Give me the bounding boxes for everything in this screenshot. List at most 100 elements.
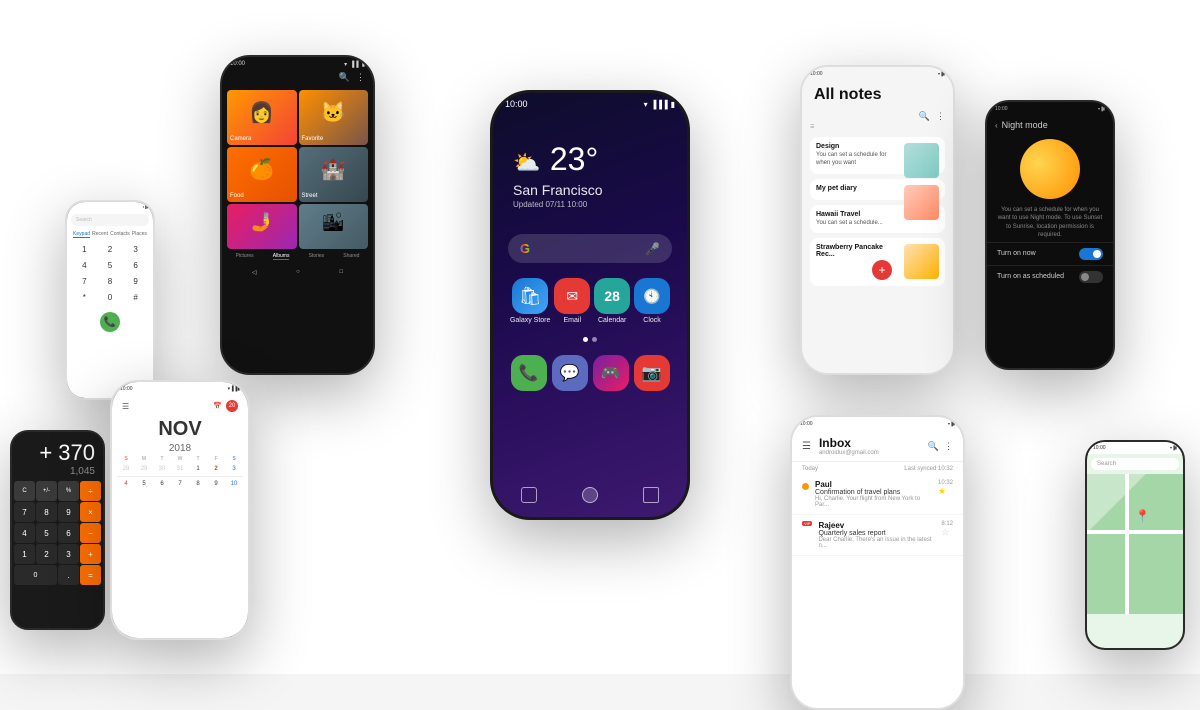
note-design[interactable]: Design You can set a schedule for when y…: [810, 137, 945, 174]
cal-day-30[interactable]: 30: [153, 464, 171, 474]
dial-key-5[interactable]: 5: [98, 258, 123, 273]
calc-btn-0[interactable]: 0: [14, 565, 57, 585]
gallery-nav-back[interactable]: ◁: [252, 269, 257, 276]
dial-key-hash[interactable]: #: [123, 290, 148, 305]
dial-tab-recent[interactable]: Recent: [92, 231, 108, 238]
app-camera[interactable]: 📷: [634, 355, 670, 391]
dial-tab-contacts[interactable]: Contacts: [110, 231, 130, 238]
calc-btn-9[interactable]: 9: [58, 502, 79, 522]
note-pancake[interactable]: Strawberry Pancake Rec... +: [810, 238, 945, 286]
dial-key-8[interactable]: 8: [98, 274, 123, 289]
note-add-button[interactable]: +: [872, 260, 892, 280]
calc-btn-1[interactable]: 1: [14, 544, 35, 564]
cal-day-7[interactable]: 7: [171, 479, 189, 489]
calc-btn-mult[interactable]: ×: [80, 502, 101, 522]
tab-shared[interactable]: Shared: [343, 253, 359, 260]
dial-tab-keypad[interactable]: Keypad: [73, 231, 90, 238]
tab-stories[interactable]: Stories: [309, 253, 325, 260]
cal-day-2[interactable]: 2: [207, 464, 225, 474]
gmail-menu-icon[interactable]: ☰: [802, 441, 811, 452]
gmail-more-icon[interactable]: ⋮: [944, 441, 953, 452]
calc-btn-sign[interactable]: +/-: [36, 481, 57, 501]
cal-day-4[interactable]: 4: [117, 479, 135, 489]
calc-btn-5[interactable]: 5: [36, 523, 57, 543]
dial-key-6[interactable]: 6: [123, 258, 148, 273]
maps-search[interactable]: Search: [1091, 458, 1179, 470]
calc-btn-6[interactable]: 6: [58, 523, 79, 543]
cal-day-31[interactable]: 31: [171, 464, 189, 474]
back-button[interactable]: [521, 487, 537, 503]
app-galaxy-store[interactable]: 🛍 Galaxy Store: [510, 278, 550, 324]
page-dots: [493, 337, 687, 342]
calc-btn-plus[interactable]: +: [80, 544, 101, 564]
cal-day-28[interactable]: 28: [117, 464, 135, 474]
gmail-meta-paul: 10:32 ★: [938, 480, 953, 497]
recents-button[interactable]: [643, 487, 659, 503]
cal-day-9[interactable]: 9: [207, 479, 225, 489]
cal-day-10[interactable]: 10: [225, 479, 243, 489]
call-button[interactable]: 📞: [100, 312, 120, 332]
dial-tab-places[interactable]: Places: [132, 231, 147, 238]
cal-day-29[interactable]: 29: [135, 464, 153, 474]
calc-btn-dot[interactable]: .: [58, 565, 79, 585]
app-email[interactable]: ✉ Email: [554, 278, 590, 324]
calc-btn-3[interactable]: 3: [58, 544, 79, 564]
tab-pictures[interactable]: Pictures: [236, 253, 254, 260]
dial-key-4[interactable]: 4: [72, 258, 97, 273]
calc-btn-percent[interactable]: %: [58, 481, 79, 501]
dial-key-star[interactable]: *: [72, 290, 97, 305]
app-calendar[interactable]: 28 Calendar: [594, 278, 630, 324]
cal-day-8[interactable]: 8: [189, 479, 207, 489]
home-button[interactable]: [582, 487, 598, 503]
night-back-icon[interactable]: ‹: [995, 121, 998, 130]
night-toggle-scheduled: Turn on as scheduled: [987, 265, 1113, 288]
notes-search-icon[interactable]: 🔍: [919, 111, 930, 122]
gallery-menu-icon[interactable]: ⋮: [356, 72, 365, 83]
calc-btn-minus[interactable]: −: [80, 523, 101, 543]
night-toggle-now-switch[interactable]: [1079, 248, 1103, 260]
dial-search[interactable]: Search: [71, 214, 149, 226]
cal-menu-icon[interactable]: ☰: [122, 402, 129, 411]
cal-day-5[interactable]: 5: [135, 479, 153, 489]
galaxy-store-icon: 🛍: [512, 278, 548, 314]
gallery-nav-home[interactable]: ○: [296, 269, 300, 276]
calc-btn-2[interactable]: 2: [36, 544, 57, 564]
calc-btn-8[interactable]: 8: [36, 502, 57, 522]
note-diary[interactable]: My pet diary: [810, 179, 945, 200]
calc-btn-clear[interactable]: C: [14, 481, 35, 501]
gallery-nav-recent[interactable]: □: [340, 269, 344, 276]
app-game[interactable]: 🎮: [593, 355, 629, 391]
cal-header-tue: T: [153, 456, 171, 462]
calc-btn-equals[interactable]: =: [80, 565, 101, 585]
gmail-star-paul[interactable]: ★: [938, 486, 953, 497]
gmail-email-rajeev[interactable]: VIP Rajeev Quarterly sales report Dear C…: [792, 515, 963, 556]
gmail-email-paul[interactable]: Paul Confirmation of travel plans Hi, Ch…: [792, 474, 963, 515]
calc-btn-7[interactable]: 7: [14, 502, 35, 522]
cal-day-3[interactable]: 3: [225, 464, 243, 474]
gmail-star-rajeev[interactable]: ☆: [941, 527, 953, 538]
cal-day-6[interactable]: 6: [153, 479, 171, 489]
gallery-search-icon[interactable]: 🔍: [339, 72, 350, 83]
dial-key-2[interactable]: 2: [98, 242, 123, 257]
dial-key-0[interactable]: 0: [98, 290, 123, 305]
dial-key-3[interactable]: 3: [123, 242, 148, 257]
gmail-content-rajeev: Rajeev Quarterly sales report Dear Charl…: [818, 521, 935, 549]
map-road-vertical: [1125, 474, 1129, 614]
night-toggle-scheduled-switch[interactable]: [1079, 271, 1103, 283]
dial-key-1[interactable]: 1: [72, 242, 97, 257]
notes-filter-icon[interactable]: ☰: [810, 124, 814, 130]
search-bar[interactable]: G 🎤: [508, 234, 672, 263]
gmail-search-icon[interactable]: 🔍: [928, 441, 939, 452]
app-phone[interactable]: 📞: [511, 355, 547, 391]
tab-albums[interactable]: Albums: [273, 253, 290, 260]
app-clock[interactable]: 🕙 Clock: [634, 278, 670, 324]
calc-btn-4[interactable]: 4: [14, 523, 35, 543]
app-messages[interactable]: 💬: [552, 355, 588, 391]
calc-btn-divide[interactable]: ÷: [80, 481, 101, 501]
dial-key-7[interactable]: 7: [72, 274, 97, 289]
notes-menu-icon[interactable]: ⋮: [936, 111, 945, 122]
gallery-cell-oranges: 🍊 Food: [227, 147, 297, 202]
cal-day-1[interactable]: 1: [189, 464, 207, 474]
gallery-cell-portrait: 👩 Camera: [227, 90, 297, 145]
dial-key-9[interactable]: 9: [123, 274, 148, 289]
